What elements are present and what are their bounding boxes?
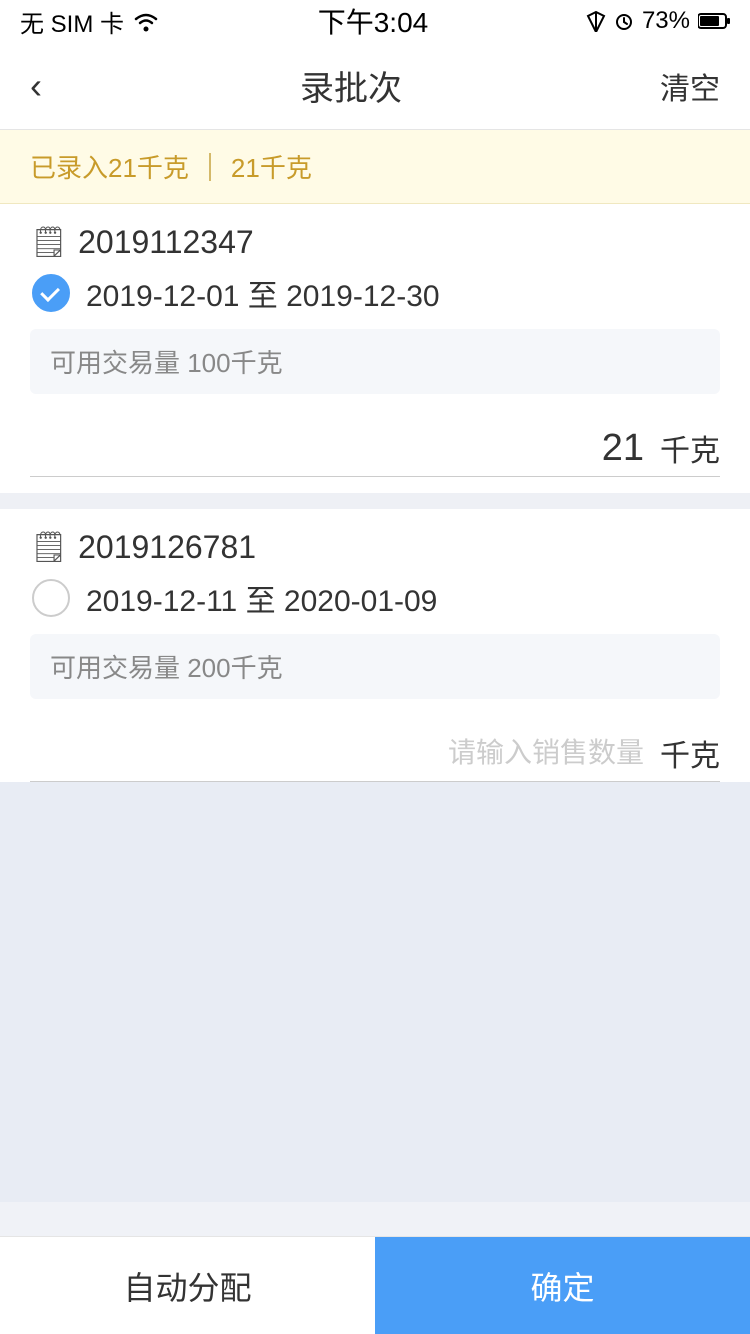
batch-radio-1[interactable] <box>32 274 70 312</box>
sim-label: 无 SIM 卡 <box>20 4 124 39</box>
page-title: 录批次 <box>300 61 402 110</box>
batch-id-1: 2019112347 <box>78 224 254 261</box>
batch-header-2: 🗒 2019126781 <box>30 529 720 566</box>
batch-date-2: 2019-12-11 至 2020-01-09 <box>86 576 437 620</box>
status-left: 无 SIM 卡 <box>20 4 160 39</box>
batch-date-row-2[interactable]: 2019-12-11 至 2020-01-09 <box>30 576 720 620</box>
summary-value: 21千克 <box>231 148 312 185</box>
amount-underline-1 <box>30 476 720 477</box>
batch-id-2: 2019126781 <box>78 529 256 566</box>
batch-doc-icon-1: 🗒 <box>30 225 68 260</box>
batch-doc-icon-2: 🗒 <box>30 530 68 565</box>
status-bar: 无 SIM 卡 下午3:04 73% <box>0 0 750 42</box>
summary-divider <box>209 153 211 181</box>
status-time: 下午3:04 <box>318 1 429 41</box>
amount-unit-2: 千克 <box>660 731 720 775</box>
batch-avail-1: 可用交易量 100千克 <box>30 329 720 394</box>
amount-row-1: 千克 <box>0 410 750 470</box>
nav-bar: ‹ 录批次 清空 <box>0 42 750 130</box>
location-icon <box>586 10 606 32</box>
summary-recorded-label: 已录入21千克 <box>30 148 189 185</box>
wifi-icon <box>132 10 160 32</box>
alarm-icon <box>614 10 634 32</box>
amount-input-2[interactable] <box>344 737 644 769</box>
batch-radio-2[interactable] <box>32 579 70 617</box>
status-right: 73% <box>586 7 730 35</box>
battery-icon <box>698 12 730 30</box>
back-button[interactable]: ‹ <box>30 65 42 107</box>
section-separator-1 <box>0 493 750 509</box>
amount-input-1[interactable] <box>484 427 644 470</box>
confirm-button[interactable]: 确定 <box>375 1237 750 1334</box>
batch-header-1: 🗒 2019112347 <box>30 224 720 261</box>
clear-button[interactable]: 清空 <box>660 64 720 108</box>
batch-avail-2: 可用交易量 200千克 <box>30 634 720 699</box>
auto-distribute-button[interactable]: 自动分配 <box>0 1237 375 1334</box>
battery-percent: 73% <box>642 7 690 35</box>
batch-item-1: 🗒 2019112347 2019-12-01 至 2019-12-30 可用交… <box>0 204 750 509</box>
bottom-buttons: 自动分配 确定 <box>0 1236 750 1334</box>
batch-date-1: 2019-12-01 至 2019-12-30 <box>86 271 440 315</box>
summary-bar: 已录入21千克 21千克 <box>0 130 750 204</box>
empty-area <box>0 782 750 1202</box>
batch-date-row-1[interactable]: 2019-12-01 至 2019-12-30 <box>30 271 720 315</box>
amount-unit-1: 千克 <box>660 426 720 470</box>
amount-row-2: 千克 <box>0 715 750 775</box>
batch-item-2: 🗒 2019126781 2019-12-11 至 2020-01-09 可用交… <box>0 509 750 782</box>
